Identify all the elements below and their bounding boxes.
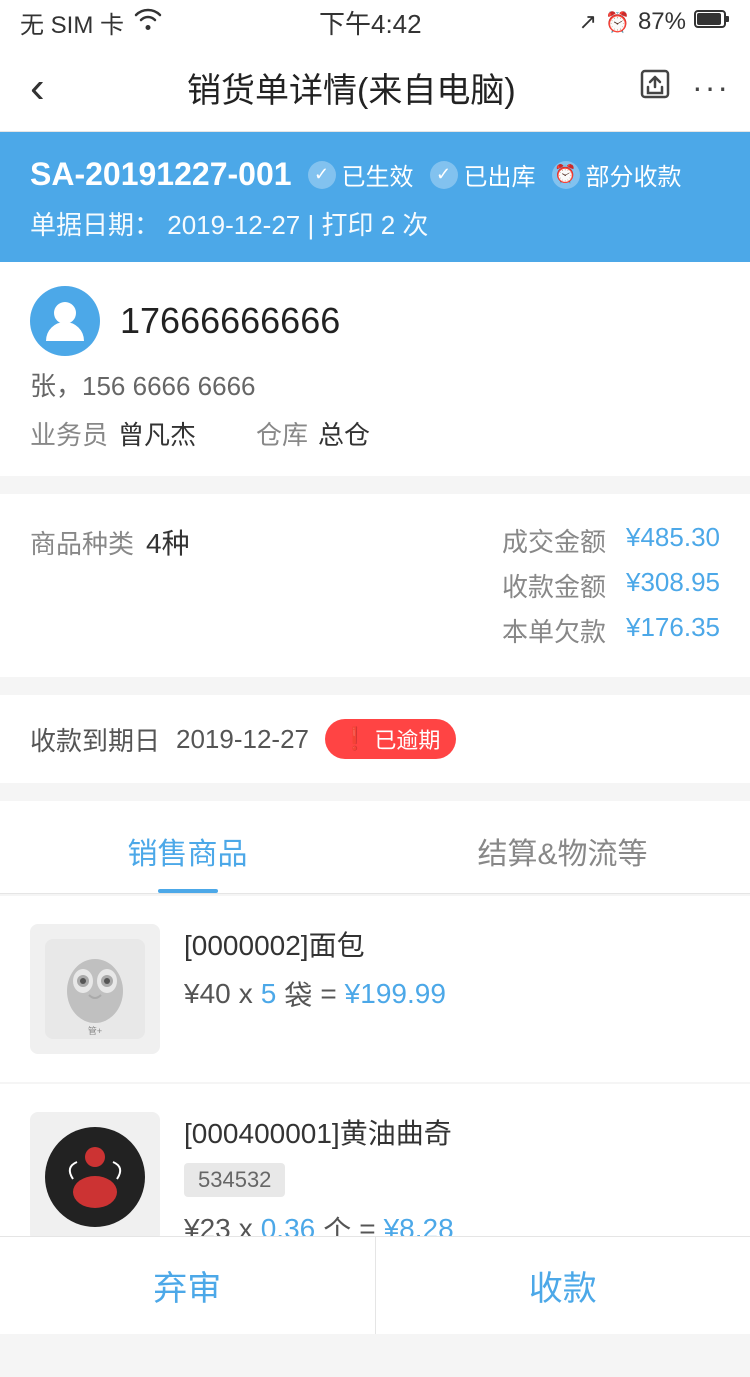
customer-meta: 业务员 曾凡杰 仓库 总仓: [30, 415, 720, 452]
location-icon: ↗: [579, 9, 597, 35]
due-section: 收款到期日 2019-12-27 ❗ 已逾期: [0, 695, 750, 783]
product-info-1: [0000002]面包 ¥40 x 5 袋 = ¥199.99: [184, 924, 720, 1014]
battery-icon: [694, 8, 730, 36]
tabs-section: 销售商品 结算&物流等: [0, 801, 750, 894]
warehouse-value: 总仓: [318, 415, 370, 452]
header-card: SA-20191227-001 ✓ 已生效 ✓ 已出库 ⏰ 部分收款 单据日期：…: [0, 132, 750, 262]
back-button[interactable]: ‹: [20, 56, 55, 120]
overdue-badge: ❗ 已逾期: [325, 719, 456, 759]
salesperson-item: 业务员 曾凡杰: [30, 415, 196, 452]
customer-info: 张，156 6666 6666: [30, 366, 720, 403]
summary-right: 成交金额 ¥485.30 收款金额 ¥308.95 本单欠款 ¥176.35: [502, 522, 720, 649]
product-sku-2: 534532: [184, 1163, 285, 1197]
badge-effective: ✓ 已生效: [308, 157, 414, 192]
deal-amount-value: ¥485.30: [626, 522, 720, 559]
product-name-1: [0000002]面包: [184, 924, 720, 964]
product-price-1: ¥40: [184, 978, 231, 1010]
debt-value: ¥176.35: [626, 612, 720, 649]
tab-products[interactable]: 销售商品: [0, 801, 375, 893]
salesperson-label: 业务员: [30, 415, 108, 452]
product-item-1: 管+ [0000002]面包 ¥40 x 5 袋 = ¥199.99: [0, 896, 750, 1082]
separator-1: [0, 478, 750, 494]
header-date: 单据日期： 2019-12-27 | 打印 2 次: [30, 205, 720, 242]
debt-label: 本单欠款: [502, 612, 606, 649]
product-type-value: 4种: [146, 522, 190, 562]
share-icon[interactable]: [638, 67, 672, 109]
separator-2: [0, 679, 750, 695]
collected-label: 收款金额: [502, 567, 606, 604]
warehouse-item: 仓库 总仓: [256, 415, 370, 452]
salesperson-value: 曾凡杰: [118, 415, 196, 452]
product-qty-1: 5: [261, 978, 277, 1010]
collect-payment-button[interactable]: 收款: [376, 1237, 750, 1334]
product-price-row-1: ¥40 x 5 袋 = ¥199.99: [184, 974, 720, 1014]
order-id: SA-20191227-001: [30, 156, 292, 193]
summary-section: 商品种类 4种 成交金额 ¥485.30 收款金额 ¥308.95 本单欠款 ¥…: [0, 494, 750, 677]
deal-amount-row: 成交金额 ¥485.30: [502, 522, 720, 559]
svg-text:管+: 管+: [88, 1025, 102, 1036]
debt-amount-row: 本单欠款 ¥176.35: [502, 612, 720, 649]
due-date-label: 收款到期日: [30, 721, 160, 758]
product-type-row: 商品种类 4种: [30, 522, 190, 562]
customer-section: 17666666666 张，156 6666 6666 业务员 曾凡杰 仓库 总…: [0, 262, 750, 476]
deal-amount-label: 成交金额: [502, 522, 606, 559]
tab-settlement[interactable]: 结算&物流等: [375, 801, 750, 893]
badge-shipped: ✓ 已出库: [430, 157, 536, 192]
bottom-bar: 弃审 收款: [0, 1236, 750, 1334]
collected-value: ¥308.95: [626, 567, 720, 604]
due-date-value: 2019-12-27: [176, 724, 309, 755]
overdue-icon: ❗: [341, 726, 368, 752]
header-top: SA-20191227-001 ✓ 已生效 ✓ 已出库 ⏰ 部分收款: [30, 156, 720, 193]
warehouse-label: 仓库: [256, 415, 308, 452]
nav-actions: ···: [638, 67, 730, 109]
check-icon-effective: ✓: [308, 161, 336, 189]
overdue-text: 已逾期: [374, 723, 440, 755]
avatar: [30, 286, 100, 356]
clock-icon: ⏰: [552, 161, 580, 189]
wifi-icon: [134, 8, 162, 37]
product-info-2: [000400001]黄油曲奇 534532 ¥23 x 0.36 个 = ¥8…: [184, 1112, 720, 1249]
alarm-icon: ⏰: [605, 10, 630, 35]
check-icon-shipped: ✓: [430, 161, 458, 189]
status-right: ↗ ⏰ 87%: [579, 8, 730, 36]
summary-row: 商品种类 4种 成交金额 ¥485.30 收款金额 ¥308.95 本单欠款 ¥…: [30, 522, 720, 649]
badge-partial-payment: ⏰ 部分收款: [552, 157, 682, 192]
customer-name: 17666666666: [120, 300, 340, 342]
sim-status: 无 SIM 卡: [20, 5, 124, 40]
status-time: 下午4:42: [319, 4, 422, 41]
product-total-1: ¥199.99: [345, 978, 446, 1010]
separator-3: [0, 785, 750, 801]
cancel-review-button[interactable]: 弃审: [0, 1237, 376, 1334]
more-icon[interactable]: ···: [692, 69, 730, 106]
summary-left: 商品种类 4种: [30, 522, 190, 562]
product-thumbnail-1: 管+: [30, 924, 160, 1054]
battery-level: 87%: [638, 8, 686, 36]
customer-row: 17666666666: [30, 286, 720, 356]
product-thumbnail-2: [30, 1112, 160, 1242]
product-list: 管+ [0000002]面包 ¥40 x 5 袋 = ¥199.99: [0, 896, 750, 1277]
product-name-2: [000400001]黄油曲奇: [184, 1112, 720, 1152]
collected-amount-row: 收款金额 ¥308.95: [502, 567, 720, 604]
nav-bar: ‹ 销货单详情(来自电脑) ···: [0, 44, 750, 132]
status-left: 无 SIM 卡: [20, 5, 162, 40]
status-bar: 无 SIM 卡 下午4:42 ↗ ⏰ 87%: [0, 0, 750, 44]
page-title: 销货单详情(来自电脑): [65, 63, 638, 112]
